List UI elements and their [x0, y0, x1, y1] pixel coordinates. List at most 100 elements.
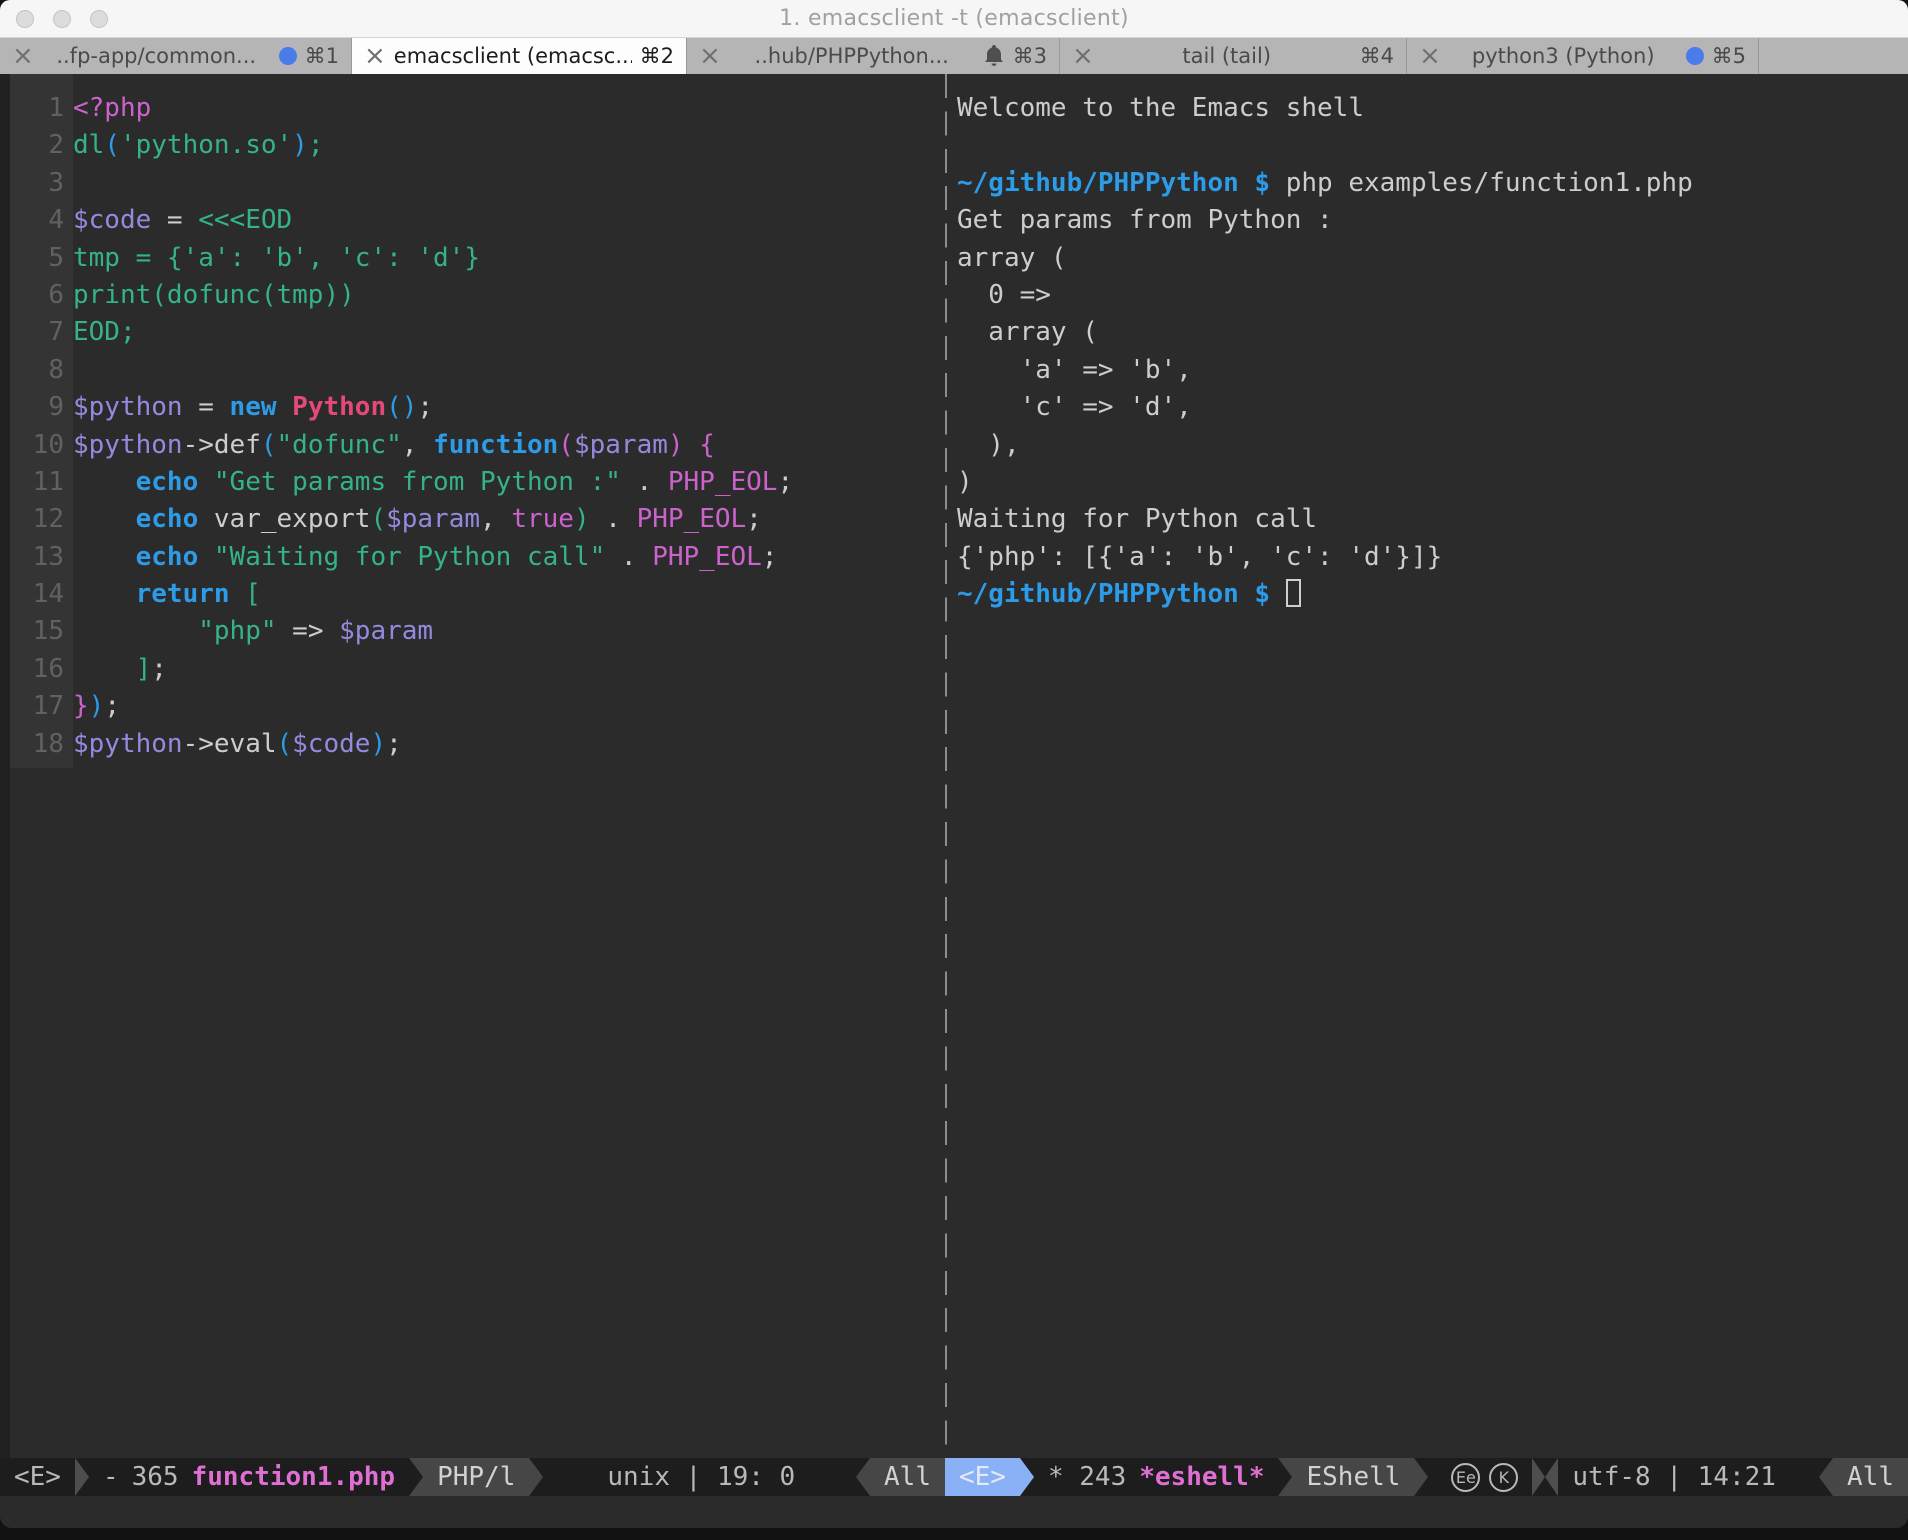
code-line: 18$python->eval($code); — [0, 726, 945, 763]
eshell-pane[interactable]: Welcome to the Emacs shell ~/github/PHPPy… — [957, 90, 1906, 613]
hollow-cursor — [1286, 579, 1301, 607]
line-number: 3 — [0, 165, 73, 202]
tab-1[interactable]: × ..fp-app/common... ⌘1 — [0, 38, 352, 74]
shell-line: array ( — [957, 240, 1906, 277]
modeline-left-buffer-info: - 365 function1.php — [89, 1458, 409, 1496]
code-line: 10$python->def("dofunc", function($param… — [0, 427, 945, 464]
major-mode: EShell — [1292, 1458, 1414, 1496]
powerline-separator — [1819, 1458, 1833, 1496]
line-number: 10 — [0, 427, 73, 464]
scroll-indicator: All — [1833, 1458, 1908, 1496]
shell-line: Welcome to the Emacs shell — [957, 90, 1906, 127]
shell-line: {'php': [{'a': 'b', 'c': 'd'}]} — [957, 539, 1906, 576]
tab-close-icon[interactable]: × — [1072, 43, 1094, 69]
encoding-and-time: utf-8 | 14:21 — [1558, 1458, 1790, 1496]
zoom-window-button[interactable] — [90, 10, 108, 28]
line-number: 11 — [0, 464, 73, 501]
major-mode: PHP/l — [423, 1458, 529, 1496]
input-method-indicator: Ee — [1451, 1463, 1480, 1492]
tab-shortcut: ⌘4 — [1360, 44, 1394, 68]
shell-line: ~/github/PHPPython $ — [957, 576, 1906, 613]
window-title: 1. emacsclient -t (emacsclient) — [779, 6, 1129, 31]
php-code-pane[interactable]: 1<?php2dl('python.so');34$code = <<<EOD5… — [0, 90, 945, 763]
tab-4[interactable]: ×tail (tail)⌘4 — [1060, 38, 1407, 74]
line-number: 4 — [0, 202, 73, 239]
modeline-indicators: Ee K — [1428, 1458, 1532, 1496]
tab-close-icon[interactable]: × — [699, 43, 721, 69]
code-line: 13 echo "Waiting for Python call" . PHP_… — [0, 539, 945, 576]
editor-area: 1<?php2dl('python.so');34$code = <<<EOD5… — [0, 74, 1908, 1458]
tab-label: python3 (Python) — [1449, 44, 1678, 68]
code-line: 7EOD; — [0, 314, 945, 351]
minimize-window-button[interactable] — [53, 10, 71, 28]
powerline-separator — [409, 1458, 423, 1496]
line-number: 14 — [0, 576, 73, 613]
buffer-name: *eshell* — [1139, 1462, 1264, 1492]
tab-close-icon[interactable]: × — [1419, 43, 1441, 69]
line-number: 5 — [0, 240, 73, 277]
modeline-right-window-tag: <E> — [945, 1458, 1020, 1496]
code-line: 5tmp = {'a': 'b', 'c': 'd'} — [0, 240, 945, 277]
code-line: 15 "php" => $param — [0, 613, 945, 650]
powerline-separator — [75, 1458, 89, 1496]
tab-label: ..hub/PHPPython... — [729, 44, 975, 68]
encoding-and-position: unix | 19: 0 — [543, 1458, 809, 1496]
modeline-right: <E> * 243 *eshell* EShell Ee K utf-8 | 1… — [945, 1458, 1908, 1496]
code-line: 14 return [ — [0, 576, 945, 613]
code-line: 17}); — [0, 688, 945, 725]
shell-line: Get params from Python : — [957, 202, 1906, 239]
activity-dot-icon — [1686, 47, 1704, 65]
close-window-button[interactable] — [16, 10, 34, 28]
line-number: 8 — [0, 352, 73, 389]
shell-line: 0 => — [957, 277, 1906, 314]
code-line: 8 — [0, 352, 945, 389]
modeline-spacer — [809, 1458, 856, 1496]
modeline-spacer — [1790, 1458, 1819, 1496]
modified-indicator: * 243 — [1048, 1462, 1126, 1492]
powerline-separator — [856, 1458, 870, 1496]
line-number: 7 — [0, 314, 73, 351]
mode-lines: <E> - 365 function1.php PHP/l unix | 19:… — [0, 1458, 1908, 1496]
tab-shortcut: ⌘1 — [305, 44, 339, 68]
powerline-separator — [529, 1458, 543, 1496]
line-number: 12 — [0, 501, 73, 538]
shell-line: ), — [957, 427, 1906, 464]
shell-line: 'a' => 'b', — [957, 352, 1906, 389]
tab-close-icon[interactable]: × — [364, 43, 386, 69]
tab-label: ..fp-app/common... — [42, 44, 271, 68]
modeline-right-buffer-info: * 243 *eshell* — [1034, 1458, 1279, 1496]
shell-line: 'c' => 'd', — [957, 389, 1906, 426]
code-line: 16 ]; — [0, 651, 945, 688]
terminal-window: 1. emacsclient -t (emacsclient) × ..fp-ap… — [0, 0, 1908, 1528]
bell-icon — [983, 44, 1005, 68]
tab-3[interactable]: × ..hub/PHPPython... ⌘3 — [687, 38, 1060, 74]
code-line: 4$code = <<<EOD — [0, 202, 945, 239]
code-line: 3 — [0, 165, 945, 202]
scroll-indicator: All — [870, 1458, 945, 1496]
powerline-separator — [1278, 1458, 1292, 1496]
shell-line: array ( — [957, 314, 1906, 351]
code-line: 6print(dofunc(tmp)) — [0, 277, 945, 314]
tab-close-icon[interactable]: × — [12, 43, 34, 69]
tab-shortcut: ⌘2 — [640, 44, 674, 68]
window-divider[interactable] — [945, 74, 947, 1458]
tab-5[interactable]: × python3 (Python) ⌘5 — [1407, 38, 1759, 74]
line-number: 2 — [0, 127, 73, 164]
tab-2[interactable]: ×emacsclient (emacsc...⌘2 — [352, 38, 687, 74]
powerline-separator — [1532, 1458, 1558, 1496]
modified-indicator: - — [103, 1462, 119, 1492]
title-bar[interactable]: 1. emacsclient -t (emacsclient) — [0, 0, 1908, 38]
tab-shortcut: ⌘5 — [1712, 44, 1746, 68]
buffer-position: 365 — [132, 1462, 179, 1492]
powerline-separator — [1020, 1458, 1034, 1496]
code-line: 9$python = new Python(); — [0, 389, 945, 426]
code-line: 1<?php — [0, 90, 945, 127]
line-number: 18 — [0, 726, 73, 763]
tab-shortcut: ⌘3 — [1013, 44, 1047, 68]
code-line: 11 echo "Get params from Python :" . PHP… — [0, 464, 945, 501]
shell-line: ~/github/PHPPython $ php examples/functi… — [957, 165, 1906, 202]
buffer-name: function1.php — [192, 1462, 396, 1492]
code-line: 12 echo var_export($param, true) . PHP_E… — [0, 501, 945, 538]
modeline-left-window-tag: <E> — [0, 1458, 75, 1496]
line-number: 17 — [0, 688, 73, 725]
